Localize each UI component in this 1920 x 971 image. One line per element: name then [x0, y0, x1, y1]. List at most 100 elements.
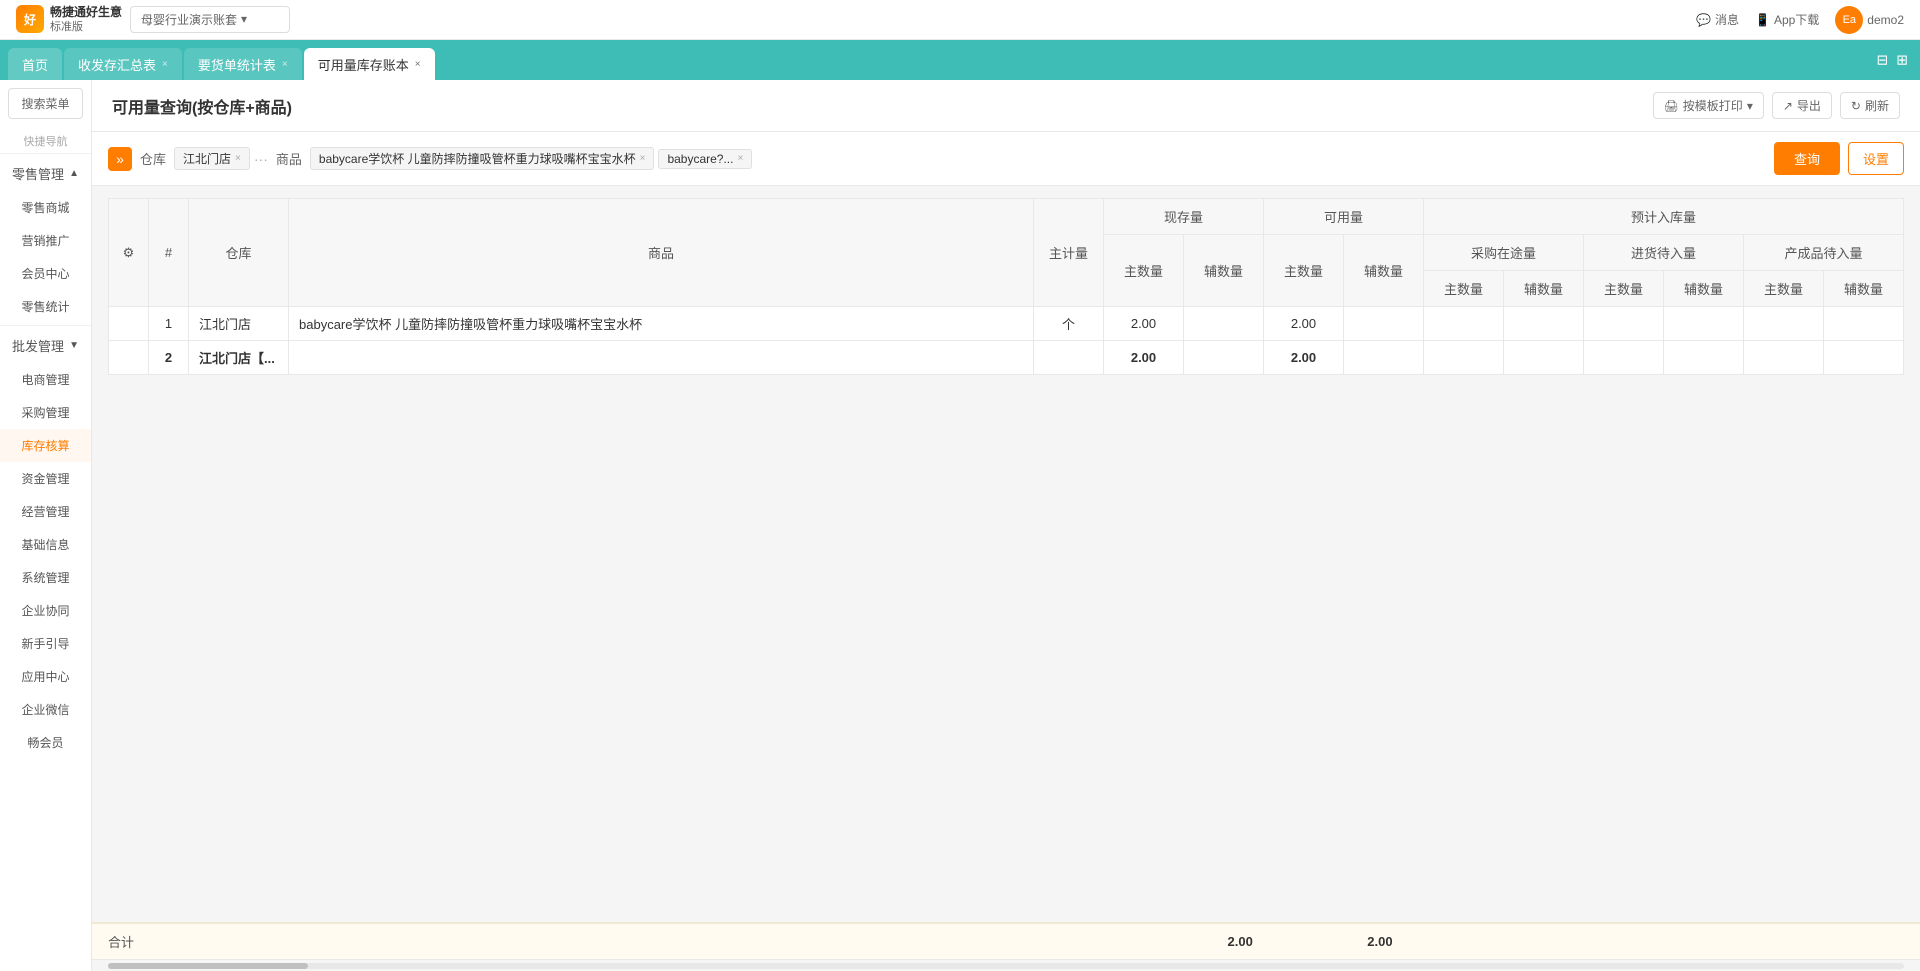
filter-buttons: 查询 设置 — [1774, 142, 1904, 175]
cell-incoming-main-1 — [1584, 307, 1664, 341]
th-purchase-transit-group: 采购在途量 — [1424, 235, 1584, 271]
footer-purchase-aux — [1555, 934, 1625, 949]
tab-receipts[interactable]: 收发存汇总表 × — [64, 48, 182, 80]
cell-purchase-aux-2 — [1504, 341, 1584, 375]
close-orders-tab[interactable]: × — [282, 59, 288, 70]
filter-toggle-button[interactable]: » — [108, 147, 132, 171]
cell-production-aux-1 — [1824, 307, 1904, 341]
sidebar-item-retail-mall[interactable]: 零售商城 — [0, 191, 91, 224]
close-inventory-tab[interactable]: × — [415, 59, 421, 70]
avatar: Ea — [1835, 6, 1863, 34]
th-incoming-group: 进货待入量 — [1584, 235, 1744, 271]
sidebar-item-operations[interactable]: 经营管理 — [0, 495, 91, 528]
sidebar-item-vip[interactable]: 畅会员 — [0, 726, 91, 759]
app-download-button[interactable]: 📱 App下载 — [1755, 11, 1819, 28]
footer-incoming-aux — [1694, 934, 1764, 949]
sidebar-item-collab[interactable]: 企业协同 — [0, 594, 91, 627]
th-production-main: 主数量 — [1744, 271, 1824, 307]
th-production-group: 产成品待入量 — [1744, 235, 1904, 271]
user-profile[interactable]: Ea demo2 — [1835, 6, 1904, 34]
filter-area: » 仓库 江北门店 × ··· 商品 babycare学饮杯 儿童防摔防撞吸管杯… — [92, 132, 1920, 186]
th-production-aux: 辅数量 — [1824, 271, 1904, 307]
sidebar-item-ecommerce[interactable]: 电商管理 — [0, 363, 91, 396]
sidebar-item-finance[interactable]: 资金管理 — [0, 462, 91, 495]
sidebar-item-marketing[interactable]: 营销推广 — [0, 224, 91, 257]
page-actions: 🖨 按模板打印 ▾ ↗ 导出 ↻ 刷新 — [1653, 92, 1900, 131]
footer-incoming-main — [1625, 934, 1695, 949]
sidebar-item-wechat[interactable]: 企业微信 — [0, 693, 91, 726]
warehouse-label: 仓库 — [140, 149, 166, 168]
warehouse-more-icon[interactable]: ··· — [254, 151, 268, 167]
cell-purchase-main-2 — [1424, 341, 1504, 375]
print-icon: 🖨 — [1664, 99, 1679, 113]
th-avail-aux: 辅数量 — [1344, 235, 1424, 307]
table-footer: 合计 2.00 2.00 — [92, 922, 1920, 959]
footer-stock-main: 2.00 — [1205, 934, 1275, 949]
sidebar-item-retail[interactable]: 零售管理 ▲ — [0, 156, 91, 191]
table-container: ⚙ # 仓库 商品 主计量 现存量 可用量 预计入库量 主数量 辅数量 主数量 … — [92, 186, 1920, 922]
remove-product-tag-1[interactable]: × — [640, 153, 646, 164]
message-button[interactable]: 💬 消息 — [1696, 11, 1739, 28]
remove-warehouse-tag[interactable]: × — [235, 153, 241, 164]
sidebar-item-basic-info[interactable]: 基础信息 — [0, 528, 91, 561]
scrollbar-area — [92, 959, 1920, 971]
footer-values: 2.00 2.00 — [228, 934, 1904, 949]
cell-avail-aux-1 — [1344, 307, 1424, 341]
industry-selector[interactable]: 母婴行业演示账套 ▾ — [130, 6, 290, 33]
tab-bar-actions: ⊟ ⊞ — [1877, 52, 1908, 69]
close-receipts-tab[interactable]: × — [162, 59, 168, 70]
maximize-icon[interactable]: ⊞ — [1896, 52, 1908, 69]
th-available-group: 可用量 — [1264, 199, 1424, 235]
inventory-tab-label: 可用量库存账本 — [318, 55, 409, 74]
sidebar-item-inventory[interactable]: 库存核算 — [0, 429, 91, 462]
footer-avail-main: 2.00 — [1345, 934, 1415, 949]
quick-nav-label: 快捷导航 — [0, 127, 91, 151]
sidebar-item-purchase[interactable]: 采购管理 — [0, 396, 91, 429]
th-settings[interactable]: ⚙ — [109, 199, 149, 307]
scrollbar-thumb[interactable] — [108, 963, 308, 969]
logo-icon: 好 — [16, 5, 44, 33]
horizontal-scrollbar[interactable] — [108, 963, 1904, 969]
tab-bar: 首页 收发存汇总表 × 要货单统计表 × 可用量库存账本 × ⊟ ⊞ — [0, 40, 1920, 80]
sidebar-divider-1 — [0, 153, 91, 154]
cell-unit-2 — [1034, 341, 1104, 375]
settings-button[interactable]: 设置 — [1848, 142, 1904, 175]
sidebar-item-retail-stats[interactable]: 零售统计 — [0, 290, 91, 323]
tab-orders[interactable]: 要货单统计表 × — [184, 48, 302, 80]
cell-stock-aux-2 — [1184, 341, 1264, 375]
search-menu-button[interactable]: 搜索菜单 — [8, 88, 83, 119]
product-tag-1[interactable]: babycare学饮杯 儿童防摔防撞吸管杯重力球吸嘴杯宝宝水杯 × — [310, 147, 655, 170]
sidebar-item-members[interactable]: 会员中心 — [0, 257, 91, 290]
remove-product-tag-2[interactable]: × — [737, 153, 743, 164]
data-table: ⚙ # 仓库 商品 主计量 现存量 可用量 预计入库量 主数量 辅数量 主数量 … — [108, 198, 1904, 375]
cell-stock-main-2: 2.00 — [1104, 341, 1184, 375]
th-product: 商品 — [289, 199, 1034, 307]
chevron-icon: ▲ — [69, 168, 79, 179]
cell-purchase-main-1 — [1424, 307, 1504, 341]
download-icon: 📱 — [1755, 13, 1770, 27]
refresh-button[interactable]: ↻ 刷新 — [1840, 92, 1900, 119]
sidebar-item-system[interactable]: 系统管理 — [0, 561, 91, 594]
sidebar-item-wholesale[interactable]: 批发管理 ▼ — [0, 328, 91, 363]
cell-incoming-main-2 — [1584, 341, 1664, 375]
cell-stock-aux-1 — [1184, 307, 1264, 341]
tab-home[interactable]: 首页 — [8, 48, 62, 80]
sidebar-item-guide[interactable]: 新手引导 — [0, 627, 91, 660]
query-button[interactable]: 查询 — [1774, 142, 1840, 175]
product-tag-2[interactable]: babycare?... × — [658, 149, 752, 169]
minimize-icon[interactable]: ⊟ — [1877, 52, 1889, 69]
cell-production-main-1 — [1744, 307, 1824, 341]
print-button[interactable]: 🖨 按模板打印 ▾ — [1653, 92, 1764, 119]
export-icon: ↗ — [1783, 99, 1793, 113]
export-button[interactable]: ↗ 导出 — [1772, 92, 1832, 119]
main-layout: 搜索菜单 快捷导航 零售管理 ▲ 零售商城 营销推广 会员中心 零售统计 批发管… — [0, 80, 1920, 971]
cell-stock-main-1: 2.00 — [1104, 307, 1184, 341]
warehouse-tag[interactable]: 江北门店 × — [174, 147, 250, 170]
cell-warehouse-1: 江北门店 — [189, 307, 289, 341]
sidebar-item-app-center[interactable]: 应用中心 — [0, 660, 91, 693]
tab-inventory[interactable]: 可用量库存账本 × — [304, 48, 435, 80]
th-purchase-main: 主数量 — [1424, 271, 1504, 307]
th-warehouse: 仓库 — [189, 199, 289, 307]
top-bar: 好 畅捷通好生意 标准版 母婴行业演示账套 ▾ 💬 消息 📱 App下载 Ea … — [0, 0, 1920, 40]
table-row: 1 江北门店 babycare学饮杯 儿童防摔防撞吸管杯重力球吸嘴杯宝宝水杯 个… — [109, 307, 1904, 341]
